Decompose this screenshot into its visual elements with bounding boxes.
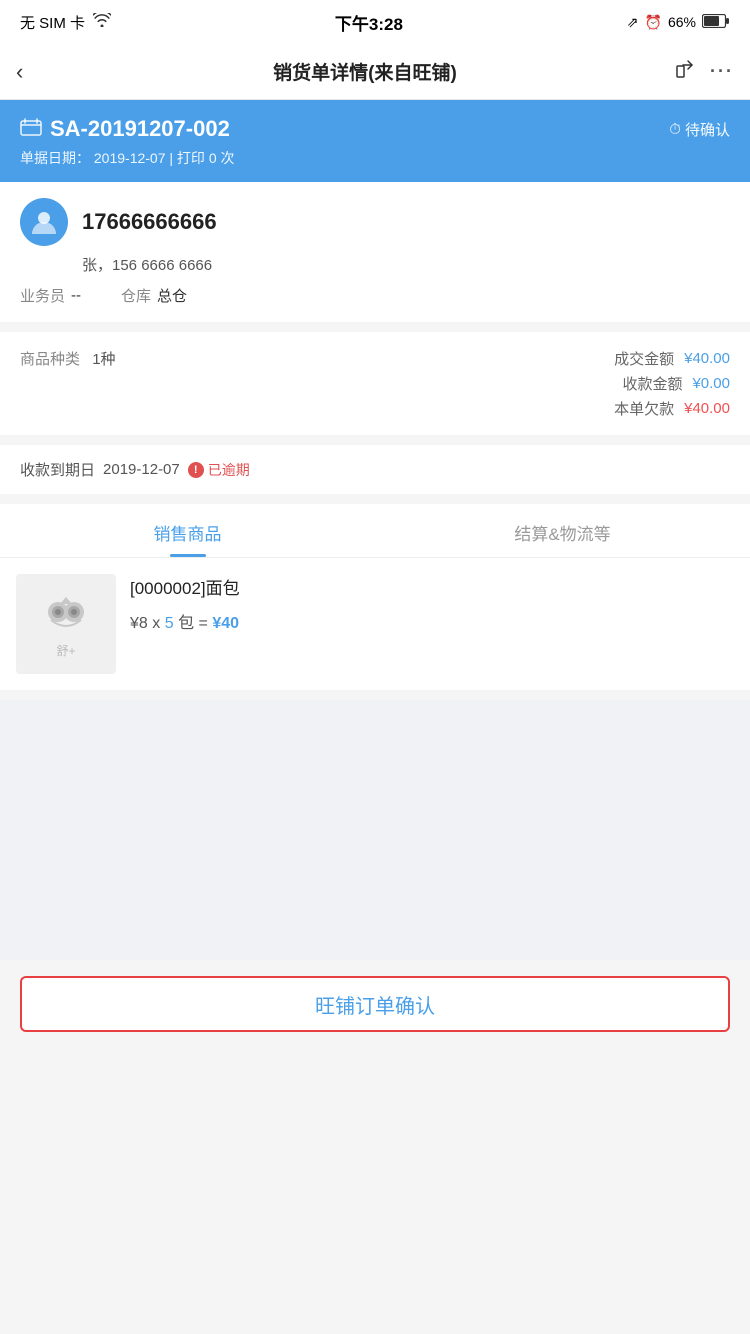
order-status: ⏱ 待确认 [669,119,730,140]
confirm-order-button[interactable]: 旺铺订单确认 [20,976,730,1032]
received-label: 收款金额 [622,373,682,394]
salesperson-info: 业务员 -- [20,285,81,306]
bottom-bar: 旺铺订单确认 [0,960,750,1062]
due-date-section: 收款到期日 2019-12-07 ! 已逾期 [0,445,750,494]
customer-section: 17666666666 张，156 6666 6666 业务员 -- 仓库 总仓 [0,182,750,322]
due-date-value: 2019-12-07 [103,461,180,478]
warehouse-info: 仓库 总仓 [121,285,187,306]
product-name: [0000002]面包 [130,574,734,599]
salesperson-value: -- [71,287,81,304]
overdue-badge: ! 已逾期 [188,460,250,480]
owed-amount-value: ¥40.00 [684,400,730,417]
page-title: 销货单详情(来自旺铺) [273,58,457,85]
location-icon: ⇗ [627,14,639,31]
battery-icon [702,14,730,31]
order-id: SA-20191207-002 [20,116,230,142]
carrier-text: 无 SIM 卡 [20,12,85,33]
product-type-label: 商品种类 [20,351,80,368]
back-button[interactable]: ‹ [16,59,56,85]
nav-right-actions: ··· [674,58,734,86]
due-date-label: 收款到期日 [20,459,95,480]
status-left: 无 SIM 卡 [20,12,111,33]
warehouse-value: 总仓 [157,285,187,306]
status-time: 下午3:28 [335,10,403,35]
product-price: ¥8 x 5 包 = ¥40 [130,609,734,633]
tab-products[interactable]: 销售商品 [0,504,375,557]
more-icon[interactable]: ··· [710,61,734,82]
product-type-info: 商品种类 1种 [20,348,116,369]
wifi-icon [93,13,111,31]
deal-amount-row: 成交金额 ¥40.00 [614,348,730,369]
warehouse-label: 仓库 [121,285,151,306]
alarm-icon: ⏰ [645,14,662,31]
received-amount-value: ¥0.00 [692,375,730,392]
owed-label: 本单欠款 [614,398,674,419]
order-header-card: SA-20191207-002 ⏱ 待确认 单据日期： 2019-12-07 |… [0,100,750,182]
received-amount-row: 收款金额 ¥0.00 [622,373,730,394]
product-item: 舒+ [0000002]面包 ¥8 x 5 包 = ¥40 [0,558,750,690]
overdue-dot-icon: ! [188,462,204,478]
owed-amount-row: 本单欠款 ¥40.00 [614,398,730,419]
battery-percent: 66% [668,14,696,30]
share-icon[interactable] [674,58,696,86]
status-bar: 无 SIM 卡 下午3:28 ⇗ ⏰ 66% [0,0,750,44]
order-date: 单据日期： 2019-12-07 | 打印 0 次 [20,148,730,168]
summary-section: 商品种类 1种 成交金额 ¥40.00 收款金额 ¥0.00 本单欠款 ¥40.… [0,332,750,435]
tab-settlement[interactable]: 结算&物流等 [375,504,750,557]
deal-amount-value: ¥40.00 [684,350,730,367]
summary-left: 商品种类 1种 [20,348,116,369]
tab-bar: 销售商品 结算&物流等 [0,504,750,558]
empty-content-area [0,700,750,960]
summary-right: 成交金额 ¥40.00 收款金额 ¥0.00 本单欠款 ¥40.00 [614,348,730,419]
customer-meta: 业务员 -- 仓库 总仓 [20,285,730,306]
product-thumbnail: 舒+ [16,574,116,674]
product-type-value: 1种 [92,351,115,368]
salesperson-label: 业务员 [20,285,65,306]
order-icon [20,116,42,142]
customer-name: 张，156 6666 6666 [20,254,730,275]
status-right: ⇗ ⏰ 66% [627,14,730,31]
nav-bar: ‹ 销货单详情(来自旺铺) ··· [0,44,750,100]
deal-amount-label: 成交金额 [614,348,674,369]
customer-phone: 17666666666 [82,209,217,235]
avatar [20,198,68,246]
overdue-text: 已逾期 [208,460,250,480]
clock-icon: ⏱ [669,121,681,138]
product-details: [0000002]面包 ¥8 x 5 包 = ¥40 [130,574,734,633]
